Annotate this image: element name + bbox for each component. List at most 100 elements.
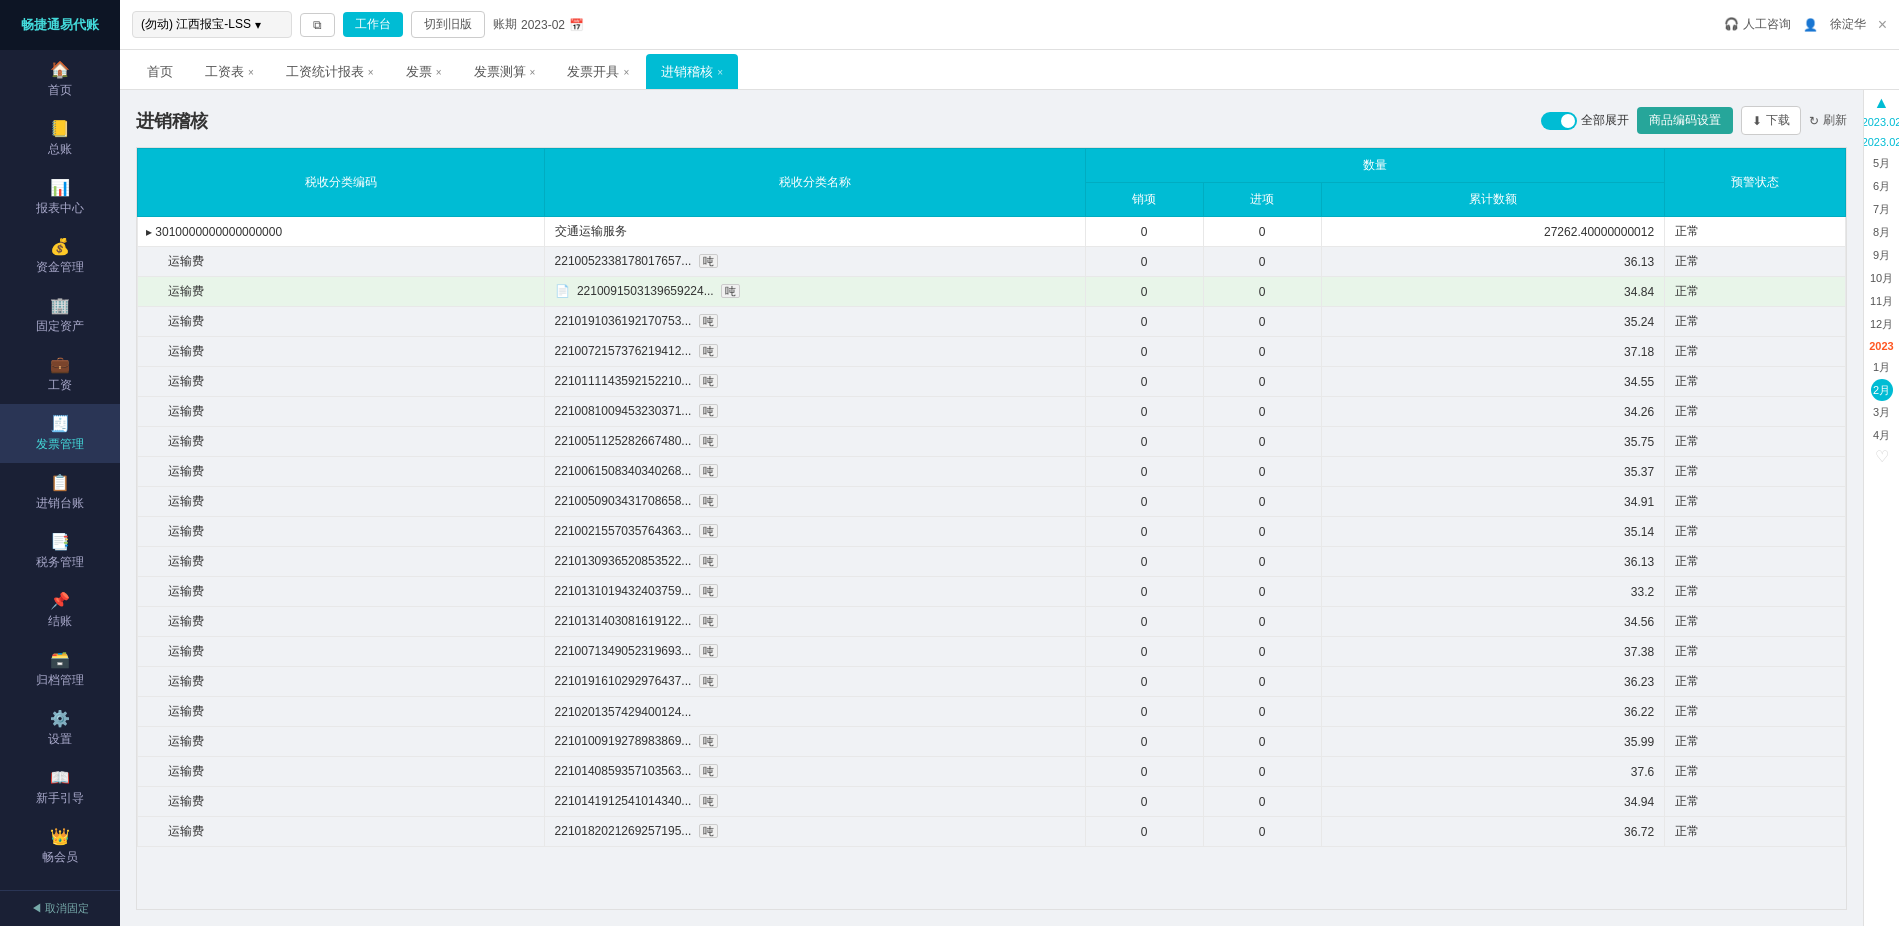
tag-badge: 吨 bbox=[699, 524, 718, 538]
tab-salary-close[interactable]: × bbox=[248, 67, 254, 78]
cell-name: 运输费 bbox=[138, 457, 545, 487]
tab-home[interactable]: 首页 bbox=[132, 54, 188, 89]
table-row[interactable]: 运输费 2210051125282667480... 吨 0 0 35.75 正… bbox=[138, 427, 1846, 457]
tag-badge: 吨 bbox=[699, 794, 718, 808]
sidebar-item-inout[interactable]: 📋 进销台账 bbox=[0, 463, 120, 522]
table-row[interactable]: 运输费 2210141912541014340... 吨 0 0 34.94 正… bbox=[138, 787, 1846, 817]
right-panel-month-1[interactable]: 1月 bbox=[1867, 356, 1897, 379]
support-button[interactable]: 🎧 人工咨询 bbox=[1724, 16, 1790, 33]
tab-salary-report-close[interactable]: × bbox=[368, 67, 374, 78]
sidebar-item-assets[interactable]: 🏢 固定资产 bbox=[0, 286, 120, 345]
company-name: (勿动) 江西报宝-LSS bbox=[141, 16, 251, 33]
sidebar-item-guide[interactable]: 📖 新手引导 bbox=[0, 758, 120, 817]
product-code-settings-button[interactable]: 商品编码设置 bbox=[1637, 107, 1733, 134]
tab-invoice-issue-close[interactable]: × bbox=[623, 67, 629, 78]
right-panel-month-11[interactable]: 11月 bbox=[1867, 290, 1897, 313]
switch-version-button[interactable]: 切到旧版 bbox=[411, 11, 485, 38]
sidebar-item-close[interactable]: 📌 结账 bbox=[0, 581, 120, 640]
table-row[interactable]: 运输费 2210052338178017657... 吨 0 0 36.13 正… bbox=[138, 247, 1846, 277]
tab-salary[interactable]: 工资表 × bbox=[190, 54, 269, 89]
cell-status: 正常 bbox=[1665, 577, 1846, 607]
sidebar-item-settings[interactable]: ⚙️ 设置 bbox=[0, 699, 120, 758]
tab-reconcile-close[interactable]: × bbox=[717, 67, 723, 78]
right-panel-month-4[interactable]: 4月 bbox=[1867, 424, 1897, 447]
table-row[interactable]: 运输费 2210021557035764363... 吨 0 0 35.14 正… bbox=[138, 517, 1846, 547]
cell-purchase: 0 bbox=[1203, 787, 1321, 817]
cell-name: 运输费 bbox=[138, 667, 545, 697]
table-row[interactable]: 运输费 2210130936520853522... 吨 0 0 36.13 正… bbox=[138, 547, 1846, 577]
right-panel-month-9[interactable]: 9月 bbox=[1867, 244, 1897, 267]
right-panel-month-2-active[interactable]: 2月 bbox=[1871, 379, 1893, 401]
cell-cumulative: 36.23 bbox=[1321, 667, 1665, 697]
tag-badge: 吨 bbox=[699, 344, 718, 358]
table-row[interactable]: 运输费 2210131019432403759... 吨 0 0 33.2 正常 bbox=[138, 577, 1846, 607]
table-row[interactable]: 运输费 2210072157376219412... 吨 0 0 37.18 正… bbox=[138, 337, 1846, 367]
copy-button[interactable]: ⧉ bbox=[300, 13, 335, 37]
cell-sales: 0 bbox=[1085, 397, 1203, 427]
table-row[interactable]: 运输费 2210131403081619122... 吨 0 0 34.56 正… bbox=[138, 607, 1846, 637]
tag-badge: 吨 bbox=[699, 314, 718, 328]
sidebar-item-invoice[interactable]: 🧾 发票管理 bbox=[0, 404, 120, 463]
cell-sales: 0 bbox=[1085, 547, 1203, 577]
tab-invoice[interactable]: 发票 × bbox=[391, 54, 457, 89]
right-panel-month-12[interactable]: 12月 bbox=[1867, 313, 1897, 336]
cell-name: 运输费 bbox=[138, 487, 545, 517]
table-row[interactable]: 运输费 2210191610292976437... 吨 0 0 36.23 正… bbox=[138, 667, 1846, 697]
cell-sales: 0 bbox=[1085, 427, 1203, 457]
right-panel-month-8[interactable]: 8月 bbox=[1867, 221, 1897, 244]
copy-icon: ⧉ bbox=[313, 18, 322, 32]
cell-status: 正常 bbox=[1665, 277, 1846, 307]
tab-invoice-calc-close[interactable]: × bbox=[530, 67, 536, 78]
sidebar-item-funds[interactable]: 💰 资金管理 bbox=[0, 227, 120, 286]
tab-reconcile[interactable]: 进销稽核 × bbox=[646, 54, 738, 89]
sidebar-footer-unpin[interactable]: ◀ 取消固定 bbox=[0, 890, 120, 926]
calendar-icon[interactable]: 📅 bbox=[569, 18, 584, 32]
funds-icon: 💰 bbox=[50, 237, 70, 256]
right-panel-month-10[interactable]: 10月 bbox=[1867, 267, 1897, 290]
table-row[interactable]: 运输费 2210081009453230371... 吨 0 0 34.26 正… bbox=[138, 397, 1846, 427]
company-selector[interactable]: (勿动) 江西报宝-LSS ▾ bbox=[132, 11, 292, 38]
col-purchase: 进项 bbox=[1203, 183, 1321, 217]
table-row[interactable]: 运输费 2210050903431708658... 吨 0 0 34.91 正… bbox=[138, 487, 1846, 517]
sidebar-item-label: 进销台账 bbox=[36, 495, 84, 512]
refresh-button[interactable]: ↻ 刷新 bbox=[1809, 112, 1847, 129]
right-panel-month-7[interactable]: 7月 bbox=[1867, 198, 1897, 221]
table-row[interactable]: 运输费 📄 2210091503139659224... 吨 0 0 34.84… bbox=[138, 277, 1846, 307]
table-row[interactable]: 运输费 2210140859357103563... 吨 0 0 37.6 正常 bbox=[138, 757, 1846, 787]
tab-invoice-issue[interactable]: 发票开具 × bbox=[552, 54, 644, 89]
table-row[interactable]: 运输费 2210111143592152210... 吨 0 0 34.55 正… bbox=[138, 367, 1846, 397]
right-panel-up-arrow[interactable]: ▲ bbox=[1874, 94, 1890, 112]
cell-purchase: 0 bbox=[1203, 757, 1321, 787]
sidebar-item-home[interactable]: 🏠 首页 bbox=[0, 50, 120, 109]
table-row[interactable]: 运输费 2210071349052319693... 吨 0 0 37.38 正… bbox=[138, 637, 1846, 667]
cell-name: 运输费 bbox=[138, 697, 545, 727]
sidebar-item-tax[interactable]: 📑 税务管理 bbox=[0, 522, 120, 581]
table-row[interactable]: 运输费 2210061508340340268... 吨 0 0 35.37 正… bbox=[138, 457, 1846, 487]
tabbar: 首页 工资表 × 工资统计报表 × 发票 × 发票测算 × 发票开具 × 进销稽… bbox=[120, 50, 1899, 90]
sidebar-item-label: 首页 bbox=[48, 82, 72, 99]
tab-salary-report[interactable]: 工资统计报表 × bbox=[271, 54, 389, 89]
table-row-parent[interactable]: ▸ 3010000000000000000 交通运输服务 0 0 27262.4… bbox=[138, 217, 1846, 247]
cell-name: 运输费 bbox=[138, 307, 545, 337]
sidebar-item-ledger[interactable]: 📒 总账 bbox=[0, 109, 120, 168]
right-panel-month-3[interactable]: 3月 bbox=[1867, 401, 1897, 424]
topbar-close-button[interactable]: × bbox=[1878, 16, 1887, 34]
expand-toggle[interactable] bbox=[1541, 112, 1577, 130]
table-row[interactable]: 运输费 2210191036192170753... 吨 0 0 35.24 正… bbox=[138, 307, 1846, 337]
right-panel-month-5[interactable]: 5月 bbox=[1867, 152, 1897, 175]
tab-invoice-calc[interactable]: 发票测算 × bbox=[459, 54, 551, 89]
sidebar-item-member[interactable]: 👑 畅会员 bbox=[0, 817, 120, 876]
table-row[interactable]: 运输费 2210201357429400124... 0 0 36.22 正常 bbox=[138, 697, 1846, 727]
table-row[interactable]: 运输费 2210100919278983869... 吨 0 0 35.99 正… bbox=[138, 727, 1846, 757]
download-button[interactable]: ⬇ 下载 bbox=[1741, 106, 1801, 135]
table-row[interactable]: 运输费 2210182021269257195... 吨 0 0 36.72 正… bbox=[138, 817, 1846, 847]
tab-invoice-close[interactable]: × bbox=[436, 67, 442, 78]
right-panel-month-6[interactable]: 6月 bbox=[1867, 175, 1897, 198]
sidebar-item-archive[interactable]: 🗃️ 归档管理 bbox=[0, 640, 120, 699]
cell-sales: 0 bbox=[1085, 517, 1203, 547]
tab-invoice-issue-label: 发票开具 bbox=[567, 63, 619, 81]
sidebar-item-reports[interactable]: 📊 报表中心 bbox=[0, 168, 120, 227]
cell-sales: 0 bbox=[1085, 637, 1203, 667]
sidebar-item-salary[interactable]: 💼 工资 bbox=[0, 345, 120, 404]
workspace-button[interactable]: 工作台 bbox=[343, 12, 403, 37]
